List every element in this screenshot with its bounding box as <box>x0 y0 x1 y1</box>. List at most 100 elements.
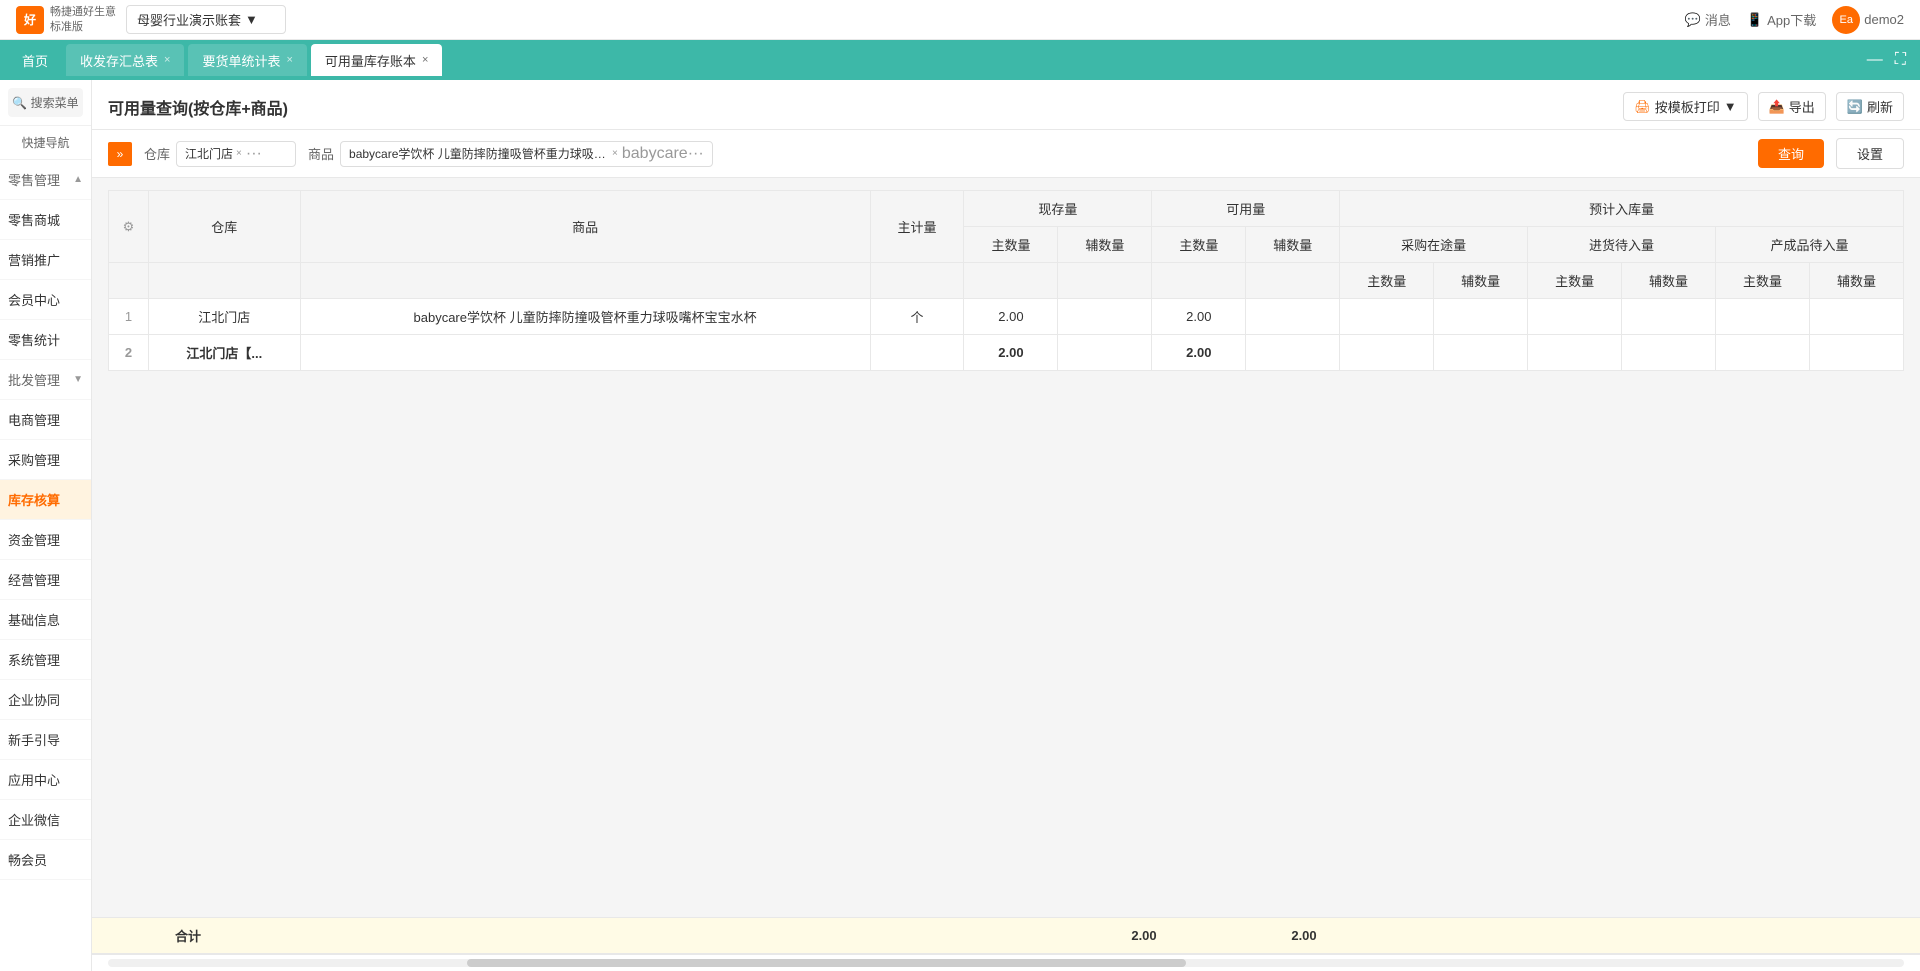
th-procurement-transit-group: 采购在途量 <box>1340 227 1528 263</box>
header-actions: 🖨 按模板打印 ▼ 📤 导出 🔄 刷新 <box>1623 92 1904 121</box>
row-proc-transit-main-2 <box>1340 335 1434 371</box>
row-production-main-1 <box>1715 299 1809 335</box>
tab-close-receive-pay[interactable]: × <box>164 55 170 66</box>
sidebar-item-marketing[interactable]: 营销推广 <box>0 240 91 280</box>
sidebar-item-purchase-mgmt[interactable]: 采购管理 <box>0 440 91 480</box>
export-button[interactable]: 📤 导出 <box>1758 92 1826 121</box>
row-proc-transit-aux-1 <box>1434 299 1528 335</box>
row-available-main-1: 2.00 <box>1152 299 1246 335</box>
th-proc-aux: 辅数量 <box>1434 263 1528 299</box>
row-current-aux-2 <box>1058 335 1152 371</box>
sidebar-item-retail-stats[interactable]: 零售统计 <box>0 320 91 360</box>
sidebar-item-basic-info[interactable]: 基础信息 <box>0 600 91 640</box>
row-proc-transit-aux-2 <box>1434 335 1528 371</box>
sidebar-item-retail-mgmt[interactable]: 零售管理 ▲ <box>0 160 91 200</box>
row-product-1: babycare学饮杯 儿童防摔防撞吸管杯重力球吸嘴杯宝宝水杯 <box>300 299 870 335</box>
th-empty-gear <box>109 263 149 299</box>
filter-bar: » 仓库 江北门店 × ··· 商品 babycare学饮杯 儿童防摔防撞吸管杯… <box>92 130 1920 178</box>
scrollbar-thumb[interactable] <box>467 959 1185 967</box>
product-tag-close-button[interactable]: × <box>612 148 618 159</box>
th-unit: 主计量 <box>870 191 964 263</box>
refresh-button[interactable]: 🔄 刷新 <box>1836 92 1904 121</box>
th-forecast-in-group: 预计入库量 <box>1340 191 1904 227</box>
page-header: 可用量查询(按仓库+商品) 🖨 按模板打印 ▼ 📤 导出 🔄 刷新 <box>92 80 1920 130</box>
warehouse-filter-input[interactable]: 江北门店 × ··· <box>176 141 296 167</box>
sidebar-item-member[interactable]: 畅会员 <box>0 840 91 880</box>
footer-current-main: 2.00 <box>1104 928 1184 943</box>
chevron-up-icon: ▲ <box>73 174 83 185</box>
print-button[interactable]: 🖨 按模板打印 ▼ <box>1623 92 1747 121</box>
footer-label: 合计 <box>108 926 268 945</box>
tab-close-order-stats[interactable]: × <box>286 55 292 66</box>
warehouse-tag-close-button[interactable]: × <box>236 148 242 159</box>
print-dropdown-arrow-icon: ▼ <box>1724 99 1737 114</box>
row-production-aux-2 <box>1809 335 1903 371</box>
avatar: Ea <box>1832 6 1860 34</box>
print-icon: 🖨 <box>1634 99 1651 115</box>
row-proc-transit-main-1 <box>1340 299 1434 335</box>
th-empty-product <box>300 263 870 299</box>
tab-order-stats[interactable]: 要货单统计表 × <box>188 44 306 76</box>
warehouse-more-button[interactable]: ··· <box>246 145 262 163</box>
row-available-main-2: 2.00 <box>1152 335 1246 371</box>
tab-receive-pay[interactable]: 收发存汇总表 × <box>66 44 184 76</box>
sidebar-item-app-center[interactable]: 应用中心 <box>0 760 91 800</box>
sidebar-item-enterprise-wechat[interactable]: 企业微信 <box>0 800 91 840</box>
sidebar-item-finance-mgmt[interactable]: 资金管理 <box>0 520 91 560</box>
enterprise-selector[interactable]: 母婴行业演示账套 ▼ <box>126 5 286 34</box>
sidebar-item-system-mgmt[interactable]: 系统管理 <box>0 640 91 680</box>
th-warehouse: 仓库 <box>149 191 301 263</box>
top-bar-right: 💬 消息 📱 App下载 Ea demo2 <box>1685 6 1904 34</box>
sidebar-item-ecommerce-mgmt[interactable]: 电商管理 <box>0 400 91 440</box>
main-layout: 🔍 搜索菜单 快捷导航 零售管理 ▲ 零售商城 营销推广 会员中心 零售统计 批… <box>0 80 1920 971</box>
nav-maximize-button[interactable]: ⛶ <box>1889 47 1912 73</box>
product-more-button[interactable]: babycare··· <box>622 145 704 163</box>
th-inc-main: 主数量 <box>1528 263 1622 299</box>
nav-minimize-button[interactable]: — <box>1861 47 1889 73</box>
app-download-button[interactable]: 📱 App下载 <box>1747 10 1816 29</box>
filter-expand-button[interactable]: » <box>108 142 132 166</box>
product-filter: 商品 babycare学饮杯 儿童防摔防撞吸管杯重力球吸嘴杯宝宝水杯 × bab… <box>308 141 713 167</box>
sidebar-item-inventory-check[interactable]: 库存核算 <box>0 480 91 520</box>
sidebar-item-new-guide[interactable]: 新手引导 <box>0 720 91 760</box>
th-gear: ⚙ <box>109 191 149 263</box>
content-area: 可用量查询(按仓库+商品) 🖨 按模板打印 ▼ 📤 导出 🔄 刷新 <box>92 80 1920 971</box>
tab-close-available-inventory[interactable]: × <box>422 55 428 66</box>
th-empty-cur-main <box>964 263 1058 299</box>
row-incoming-main-2 <box>1528 335 1622 371</box>
sidebar-item-member-center[interactable]: 会员中心 <box>0 280 91 320</box>
column-settings-icon[interactable]: ⚙ <box>123 219 135 234</box>
row-current-aux-1 <box>1058 299 1152 335</box>
sidebar-item-retail-mall[interactable]: 零售商城 <box>0 200 91 240</box>
footer-available-main: 2.00 <box>1264 928 1344 943</box>
product-filter-input[interactable]: babycare学饮杯 儿童防摔防撞吸管杯重力球吸嘴杯宝宝水杯 × babyca… <box>340 141 713 167</box>
product-tag: babycare学饮杯 儿童防摔防撞吸管杯重力球吸嘴杯宝宝水杯 × <box>349 145 618 162</box>
row-product-2 <box>300 335 870 371</box>
th-prod-aux: 辅数量 <box>1809 263 1903 299</box>
message-button[interactable]: 💬 消息 <box>1685 10 1731 29</box>
refresh-icon: 🔄 <box>1847 99 1863 115</box>
th-empty-unit <box>870 263 964 299</box>
warehouse-filter: 仓库 江北门店 × ··· <box>144 141 296 167</box>
table-footer: 合计 2.00 2.00 <box>92 917 1920 954</box>
top-bar-left: 好 畅捷通好生意 标准版 母婴行业演示账套 ▼ <box>16 5 286 34</box>
settings-button[interactable]: 设置 <box>1836 138 1904 169</box>
quick-nav-button[interactable]: 快捷导航 <box>0 126 91 160</box>
tab-home[interactable]: 首页 <box>8 44 62 76</box>
app-download-icon: 📱 <box>1747 12 1763 28</box>
row-current-main-2: 2.00 <box>964 335 1058 371</box>
app-logo-icon: 好 <box>16 6 44 34</box>
sidebar: 🔍 搜索菜单 快捷导航 零售管理 ▲ 零售商城 营销推广 会员中心 零售统计 批… <box>0 80 92 971</box>
tab-available-inventory[interactable]: 可用量库存账本 × <box>311 44 442 76</box>
query-button[interactable]: 查询 <box>1758 139 1824 168</box>
logo-area: 好 畅捷通好生意 标准版 <box>16 5 116 34</box>
sidebar-item-enterprise-collab[interactable]: 企业协同 <box>0 680 91 720</box>
row-available-aux-2 <box>1246 335 1340 371</box>
th-available-group: 可用量 <box>1152 191 1340 227</box>
row-production-aux-1 <box>1809 299 1903 335</box>
sidebar-item-wholesale-mgmt[interactable]: 批发管理 ▼ <box>0 360 91 400</box>
horizontal-scrollbar[interactable] <box>92 954 1920 971</box>
search-menu-button[interactable]: 🔍 搜索菜单 <box>8 88 83 117</box>
user-profile[interactable]: Ea demo2 <box>1832 6 1904 34</box>
sidebar-item-operation-mgmt[interactable]: 经营管理 <box>0 560 91 600</box>
